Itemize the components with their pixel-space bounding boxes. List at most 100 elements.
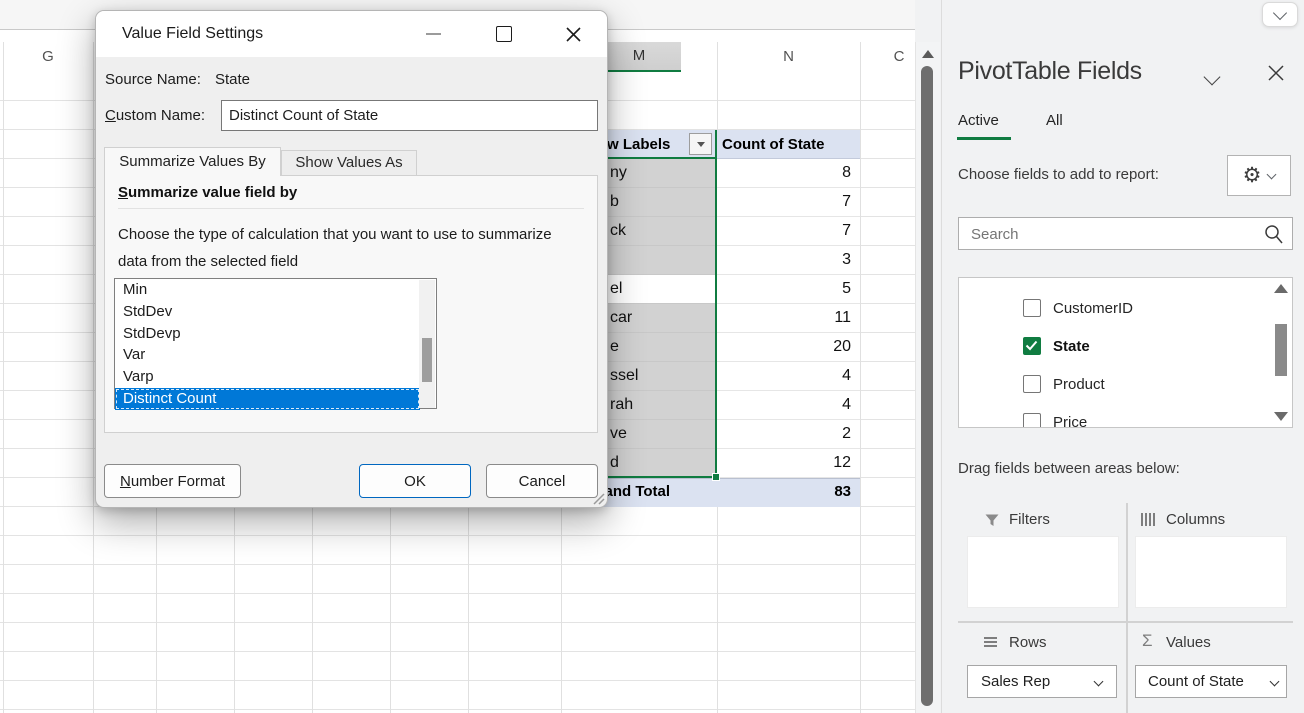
pivot-row-value[interactable]: 20	[717, 333, 860, 362]
heading-rule	[118, 208, 584, 209]
field-list-scrollbar-thumb[interactable]	[1275, 324, 1287, 376]
pane-left-divider	[941, 0, 942, 713]
pivot-row-value[interactable]: 2	[717, 420, 860, 449]
checkbox[interactable]	[1023, 413, 1041, 428]
pivot-row-value[interactable]: 7	[717, 188, 860, 217]
listbox-scrollbar-thumb[interactable]	[422, 338, 432, 382]
columns-drop-zone[interactable]	[1135, 536, 1287, 608]
field-label: Product	[1053, 376, 1105, 393]
close-icon	[1266, 63, 1286, 83]
grid-vline	[3, 42, 4, 713]
field-label: Price	[1053, 414, 1087, 429]
field-item-price[interactable]: Price	[1023, 403, 1087, 428]
source-name-value: State	[215, 71, 250, 88]
maximize-button[interactable]	[488, 24, 520, 44]
areas-horizontal-divider	[958, 621, 1293, 623]
ribbon-collapse-button[interactable]	[1262, 2, 1298, 27]
field-search-box[interactable]	[958, 217, 1293, 250]
number-format-button[interactable]: Number Format	[104, 464, 241, 498]
search-input[interactable]	[969, 218, 1253, 251]
pane-menu-button[interactable]	[1206, 70, 1218, 88]
field-list-scroll-down-icon[interactable]	[1274, 412, 1288, 421]
values-field-count-of-state[interactable]: Count of State	[1135, 665, 1287, 698]
close-button[interactable]	[557, 23, 589, 45]
columns-area-label: Columns	[1166, 511, 1225, 528]
tab-show-values-as[interactable]: Show Values As	[281, 150, 417, 176]
calc-option[interactable]: Var	[115, 344, 436, 366]
areas-vertical-divider	[1126, 503, 1128, 713]
custom-name-input[interactable]	[221, 100, 598, 131]
maximize-icon	[496, 26, 512, 42]
pivot-row-value[interactable]: 8	[717, 159, 860, 188]
pane-title: PivotTable Fields	[958, 57, 1142, 86]
calc-option-selected[interactable]: Distinct Count	[115, 388, 420, 410]
pivot-count-header[interactable]: Count of State	[722, 130, 825, 159]
tab-summarize-values-by[interactable]: Summarize Values By	[104, 147, 281, 176]
minimize-icon	[426, 33, 441, 35]
filters-area-label: Filters	[1009, 511, 1050, 528]
tab-all[interactable]: All	[1046, 112, 1063, 129]
field-label: CustomerID	[1053, 300, 1133, 317]
dialog-title: Value Field Settings	[122, 11, 263, 57]
chevron-down-icon[interactable]	[1094, 677, 1104, 687]
search-icon[interactable]	[1263, 224, 1284, 245]
sheet-scrollbar-thumb[interactable]	[921, 66, 933, 706]
filters-drop-zone[interactable]	[967, 536, 1119, 608]
rows-field-sales-rep[interactable]: Sales Rep	[967, 665, 1117, 698]
checkbox[interactable]	[1023, 375, 1041, 393]
pivot-row-value[interactable]: 11	[717, 304, 860, 333]
funnel-icon	[985, 514, 999, 527]
pivot-row-value[interactable]: 12	[717, 449, 860, 478]
pill-label: Count of State	[1136, 673, 1244, 690]
columns-icon	[1141, 513, 1155, 531]
selection-fill-handle[interactable]	[712, 473, 720, 481]
column-header-n[interactable]: N	[717, 42, 860, 72]
rows-area-label: Rows	[1009, 634, 1047, 651]
checkbox[interactable]	[1023, 299, 1041, 317]
calculation-description: Choose the type of calculation that you …	[118, 221, 570, 275]
grand-total-value: 83	[717, 478, 860, 507]
pivot-row-value[interactable]: 7	[717, 217, 860, 246]
calc-option[interactable]: StdDevp	[115, 323, 436, 345]
selection-border-right	[715, 130, 718, 477]
calc-option[interactable]: Varp	[115, 366, 436, 388]
pivot-row-value[interactable]: 5	[717, 275, 860, 304]
field-item-customerid[interactable]: CustomerID	[1023, 289, 1133, 327]
pivot-row-value[interactable]: 4	[717, 391, 860, 420]
calculation-listbox[interactable]: Min StdDev StdDevp Var Varp Distinct Cou…	[114, 278, 437, 409]
calc-option[interactable]: StdDev	[115, 301, 436, 323]
summarize-field-heading: Summarize value field by	[118, 184, 297, 201]
custom-name-label: Custom Name:	[105, 107, 205, 124]
choose-fields-label: Choose fields to add to report:	[958, 166, 1159, 183]
chevron-down-icon	[1204, 69, 1221, 86]
chevron-down-icon	[1273, 5, 1287, 19]
resize-grip[interactable]	[591, 491, 605, 505]
active-tab-underline	[957, 137, 1011, 140]
values-area-label: Values	[1166, 634, 1211, 651]
field-list-scroll-up-icon[interactable]	[1274, 284, 1288, 293]
field-item-product[interactable]: Product	[1023, 365, 1105, 403]
check-icon	[1025, 340, 1038, 351]
pivot-row-value[interactable]: 3	[717, 246, 860, 275]
row-labels-filter-button[interactable]	[689, 133, 712, 155]
close-icon	[565, 26, 582, 43]
scroll-up-icon[interactable]	[922, 50, 934, 58]
checkbox[interactable]	[1023, 337, 1041, 355]
pivot-row-value[interactable]: 4	[717, 362, 860, 391]
minimize-button[interactable]	[417, 24, 449, 44]
rows-icon	[984, 637, 997, 647]
sigma-icon: Σ	[1142, 631, 1153, 651]
calc-option[interactable]: Min	[115, 279, 436, 301]
tab-active[interactable]: Active	[958, 112, 999, 129]
pane-close-button[interactable]	[1266, 63, 1286, 88]
listbox-scrollbar[interactable]	[419, 280, 435, 408]
chevron-down-icon[interactable]	[1270, 677, 1280, 687]
fields-options-button[interactable]: ⚙	[1227, 155, 1291, 196]
column-header-g[interactable]: G	[3, 42, 93, 72]
cancel-button[interactable]: Cancel	[486, 464, 598, 498]
grid-vline	[860, 42, 861, 713]
ok-button[interactable]: OK	[359, 464, 471, 498]
chevron-down-icon	[1267, 169, 1277, 179]
field-item-state[interactable]: State	[1023, 327, 1090, 365]
pill-label: Sales Rep	[968, 673, 1050, 690]
